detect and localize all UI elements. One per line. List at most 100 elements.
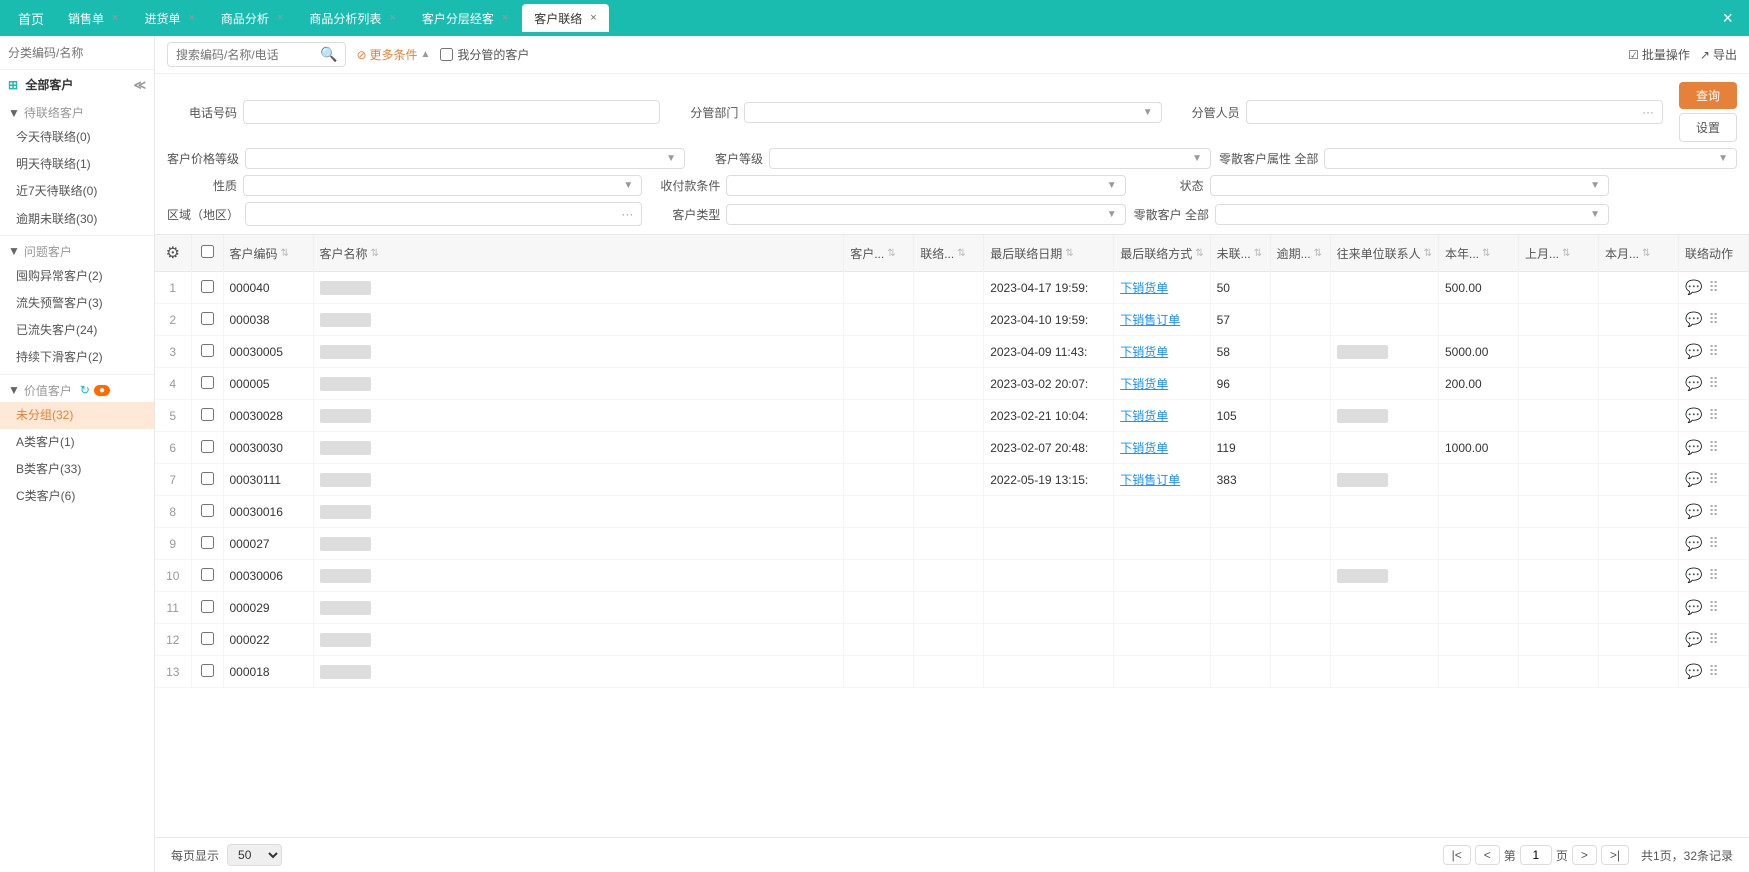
sidebar-group-value[interactable]: ▼ 价值客户 ↻ ● [0, 377, 154, 402]
th-contact[interactable]: 联络...⇅ [914, 235, 984, 272]
close-sales-tab[interactable]: × [112, 12, 118, 24]
sidebar-item-ungrouped[interactable]: 未分组(32) [0, 402, 154, 429]
sidebar-item-churned[interactable]: 已流失客户(24) [0, 317, 154, 344]
more-actions-icon[interactable]: ⠿ [1708, 279, 1718, 296]
th-this-year[interactable]: 本年...⇅ [1439, 235, 1519, 272]
select-retail[interactable]: ▼ [1215, 204, 1609, 225]
row-checkbox[interactable] [201, 664, 214, 677]
row-checkbox[interactable] [201, 568, 214, 581]
more-actions-icon[interactable]: ⠿ [1708, 599, 1718, 616]
th-code[interactable]: 客户编码⇅ [223, 235, 313, 272]
th-uncontacted[interactable]: 未联...⇅ [1210, 235, 1270, 272]
close-purchase-tab[interactable]: × [188, 12, 194, 24]
reset-button[interactable]: 设置 [1679, 113, 1737, 142]
row-checkbox[interactable] [201, 312, 214, 325]
row-checkbox[interactable] [201, 344, 214, 357]
row-last-contact-method[interactable]: 下销货单 [1114, 368, 1210, 400]
row-last-contact-method[interactable]: 下销货单 [1114, 336, 1210, 368]
select-customer-type[interactable]: ▼ [726, 204, 1125, 225]
sidebar-item-overdue[interactable]: 逾期未联络(30) [0, 206, 154, 233]
page-size-select[interactable]: 50 100 200 [227, 844, 282, 866]
more-actions-icon[interactable]: ⠿ [1708, 503, 1718, 520]
row-checkbox[interactable] [201, 440, 214, 453]
close-product-analysis-list-tab[interactable]: × [389, 12, 395, 24]
sidebar-item-c-class[interactable]: C类客户(6) [0, 483, 154, 510]
select-retail-attr[interactable]: ▼ [1324, 148, 1737, 169]
more-actions-icon[interactable]: ⠿ [1708, 375, 1718, 392]
contact-method-link[interactable]: 下销售订单 [1120, 313, 1180, 327]
select-status[interactable]: ▼ [1210, 175, 1609, 196]
th-last-contact-method[interactable]: 最后联络方式⇅ [1114, 235, 1210, 272]
last-page-button[interactable]: >| [1601, 845, 1629, 865]
row-last-contact-method[interactable]: 下销售订单 [1114, 304, 1210, 336]
chat-icon[interactable]: 💬 [1685, 343, 1702, 360]
my-customers-checkbox[interactable] [440, 48, 453, 61]
close-product-analysis-tab[interactable]: × [277, 12, 283, 24]
home-tab[interactable]: 首页 [8, 9, 54, 28]
more-actions-icon[interactable]: ⠿ [1708, 439, 1718, 456]
all-customers-header[interactable]: ⊞ 全部客户 ≪ [0, 70, 154, 99]
tab-product-analysis-list[interactable]: 商品分析列表 × [297, 4, 407, 32]
first-page-button[interactable]: |< [1443, 845, 1471, 865]
more-actions-icon[interactable]: ⠿ [1708, 631, 1718, 648]
select-dept[interactable]: ▼ [744, 102, 1161, 123]
batch-ops-button[interactable]: ☑ 批量操作 [1628, 46, 1690, 63]
more-actions-icon[interactable]: ⠿ [1708, 663, 1718, 680]
row-checkbox[interactable] [201, 504, 214, 517]
close-customer-segment-tab[interactable]: × [502, 12, 508, 24]
contact-method-link[interactable]: 下销售订单 [1120, 473, 1180, 487]
chat-icon[interactable]: 💬 [1685, 311, 1702, 328]
settings-icon[interactable]: ⚙ [166, 245, 180, 262]
tab-customer-segment[interactable]: 客户分层经客 × [410, 4, 520, 32]
sidebar-item-7days-pending[interactable]: 近7天待联络(0) [0, 178, 154, 205]
contact-method-link[interactable]: 下销货单 [1120, 377, 1168, 391]
refresh-icon[interactable]: ↻ [80, 383, 90, 397]
main-search-icon[interactable]: 🔍 [320, 46, 337, 63]
more-actions-icon[interactable]: ⠿ [1708, 471, 1718, 488]
chat-icon[interactable]: 💬 [1685, 503, 1702, 520]
th-last-contact-date[interactable]: 最后联络日期⇅ [984, 235, 1114, 272]
select-price-level[interactable]: ▼ [245, 148, 685, 169]
close-all-button[interactable]: × [1714, 8, 1741, 29]
chat-icon[interactable]: 💬 [1685, 663, 1702, 680]
sidebar-item-declining[interactable]: 持续下滑客户(2) [0, 344, 154, 371]
row-checkbox[interactable] [201, 632, 214, 645]
sidebar-search-input[interactable] [8, 46, 155, 60]
sidebar-item-tomorrow-pending[interactable]: 明天待联络(1) [0, 151, 154, 178]
search-button[interactable]: 查询 [1679, 82, 1737, 109]
tab-customer-contact[interactable]: 客户联络 × [522, 4, 608, 32]
page-input[interactable] [1520, 845, 1552, 865]
input-phone[interactable] [243, 100, 660, 124]
more-actions-icon[interactable]: ⠿ [1708, 567, 1718, 584]
more-actions-icon[interactable]: ⠿ [1708, 535, 1718, 552]
chat-icon[interactable]: 💬 [1685, 407, 1702, 424]
row-checkbox[interactable] [201, 600, 214, 613]
contact-method-link[interactable]: 下销货单 [1120, 441, 1168, 455]
select-all-checkbox[interactable] [201, 245, 214, 258]
sidebar-item-churn-warning[interactable]: 流失预警客户(3) [0, 290, 154, 317]
export-button[interactable]: ↗ 导出 [1700, 46, 1737, 63]
chat-icon[interactable]: 💬 [1685, 535, 1702, 552]
contact-method-link[interactable]: 下销货单 [1120, 409, 1168, 423]
main-search-input[interactable] [176, 48, 316, 62]
sidebar-item-b-class[interactable]: B类客户(33) [0, 456, 154, 483]
select-customer-level[interactable]: ▼ [769, 148, 1211, 169]
row-last-contact-method[interactable]: 下销货单 [1114, 400, 1210, 432]
th-this-month[interactable]: 本月...⇅ [1599, 235, 1679, 272]
person-dots-icon[interactable]: ··· [1642, 105, 1654, 119]
more-actions-icon[interactable]: ⠿ [1708, 311, 1718, 328]
row-checkbox[interactable] [201, 536, 214, 549]
row-last-contact-method[interactable]: 下销售订单 [1114, 464, 1210, 496]
row-checkbox[interactable] [201, 280, 214, 293]
chat-icon[interactable]: 💬 [1685, 439, 1702, 456]
tab-sales[interactable]: 销售单 × [56, 4, 130, 32]
tab-purchase[interactable]: 进货单 × [132, 4, 206, 32]
sidebar-item-stockpile-abnormal[interactable]: 囤购异常客户(2) [0, 263, 154, 290]
next-page-button[interactable]: > [1572, 845, 1597, 865]
th-overdue[interactable]: 逾期...⇅ [1270, 235, 1330, 272]
row-checkbox[interactable] [201, 376, 214, 389]
select-nature[interactable]: ▼ [243, 175, 642, 196]
my-customers-checkbox-label[interactable]: 我分管的客户 [440, 46, 529, 63]
more-filter-button[interactable]: ⊘ 更多条件 ▲ [356, 46, 430, 63]
more-actions-icon[interactable]: ⠿ [1708, 407, 1718, 424]
